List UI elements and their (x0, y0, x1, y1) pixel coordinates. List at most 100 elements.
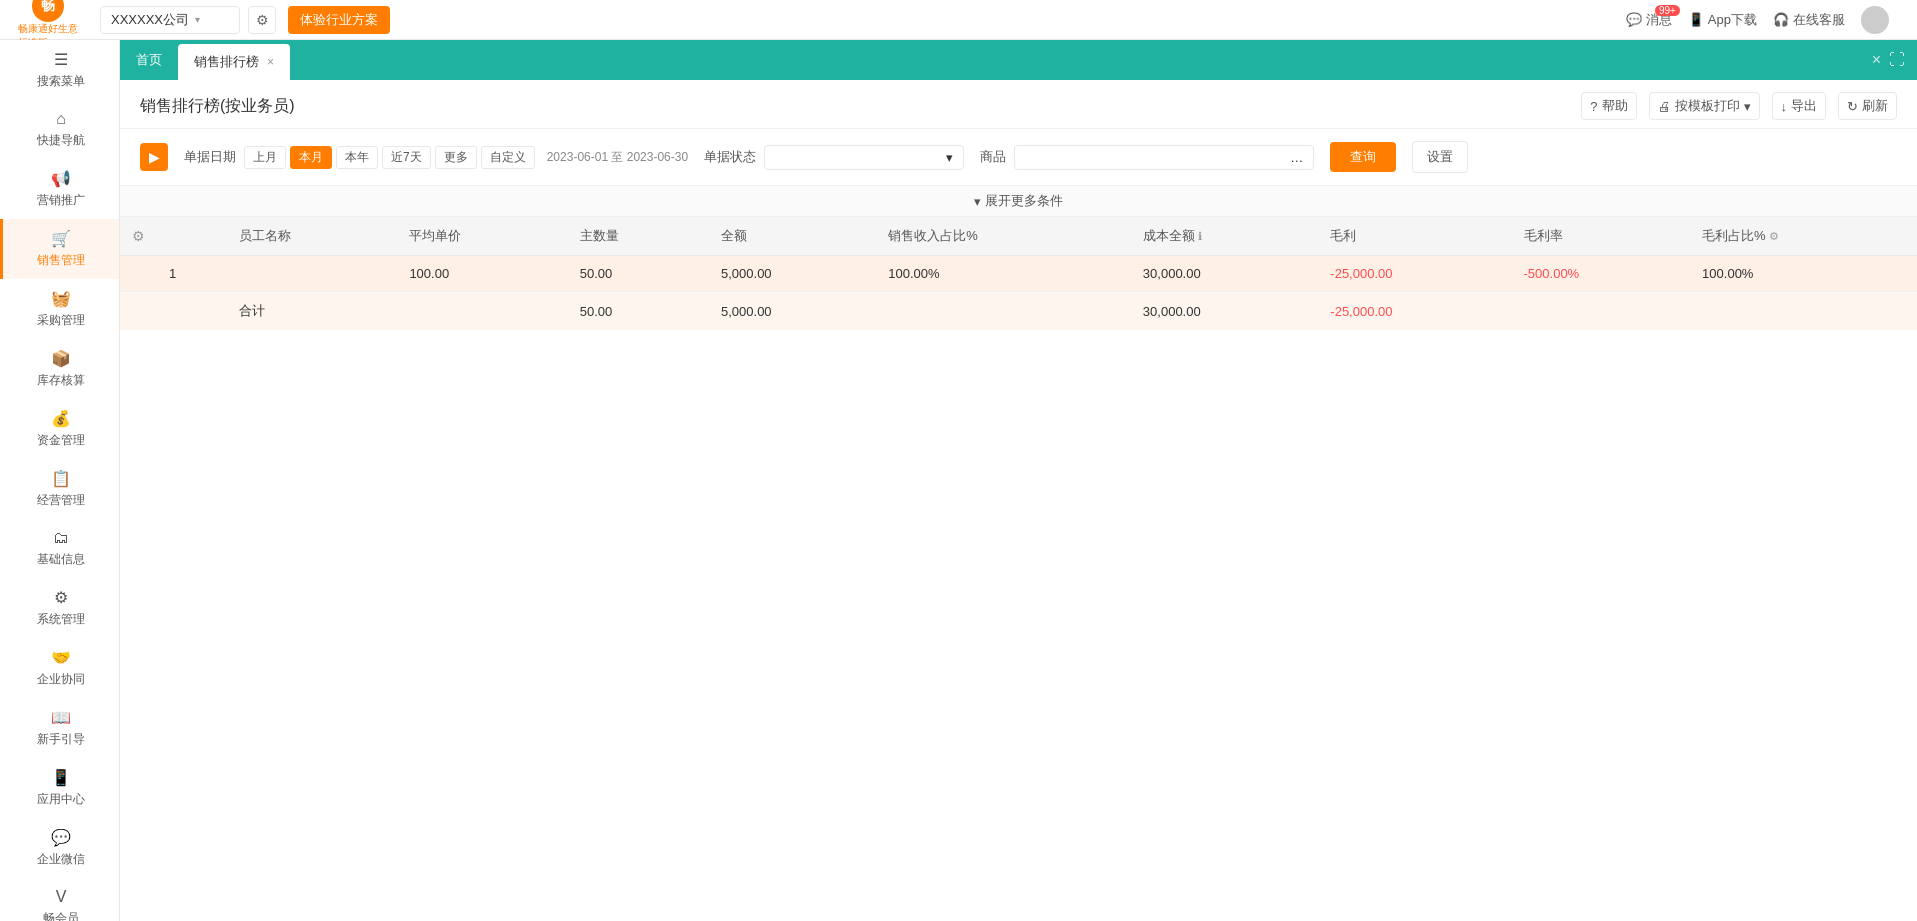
row-amount: 5,000.00 (709, 256, 876, 292)
page-actions: ? 帮助 🖨 按模板打印 ▾ ↓ 导出 ↻ (1581, 92, 1897, 120)
sidebar: ☰ 搜索菜单 ⌂ 快捷导航 📢 营销推广 🛒 销售管理 🧺 采购管理 📦 库 (0, 40, 120, 921)
table-header-row: ⚙ 员工名称 平均单价 主数量 全额 销售收入占比% 成本全额 ℹ (120, 217, 1917, 256)
trial-button[interactable]: 体验行业方案 (288, 6, 390, 34)
expand-conditions-button[interactable]: ▾ 展开更多条件 (974, 192, 1063, 210)
cost-info-icon[interactable]: ℹ (1198, 230, 1202, 242)
member-icon: V (56, 888, 67, 906)
search-menu-icon: ☰ (54, 50, 68, 69)
help-button[interactable]: ? 帮助 (1581, 92, 1636, 120)
sidebar-item-system[interactable]: ⚙ 系统管理 (0, 578, 119, 638)
help-icon: ? (1590, 99, 1597, 114)
settings-filter-button[interactable]: 设置 (1412, 141, 1468, 173)
sidebar-item-inventory[interactable]: 📦 库存核算 (0, 339, 119, 399)
app-download-button[interactable]: 📱 App下载 (1688, 11, 1757, 29)
row-settings-col (120, 256, 157, 292)
avatar[interactable] (1861, 6, 1889, 34)
tab-sales-rank-label: 销售排行榜 (194, 53, 259, 71)
sidebar-item-quicknav[interactable]: ⌂ 快捷导航 (0, 100, 119, 159)
sidebar-item-label: 库存核算 (37, 372, 85, 389)
notice-button[interactable]: 💬 消息 99+ (1626, 11, 1672, 29)
filter-area: ▶ 单据日期 上月 本月 本年 近7天 更多 自定义 (120, 129, 1917, 186)
refresh-button[interactable]: ↻ 刷新 (1838, 92, 1897, 120)
appcenter-icon: 📱 (51, 768, 71, 787)
marketing-icon: 📢 (51, 169, 71, 188)
data-table: ⚙ 员工名称 平均单价 主数量 全额 销售收入占比% 成本全额 ℹ (120, 217, 1917, 330)
sidebar-item-basics[interactable]: 🗂 基础信息 (0, 519, 119, 578)
col-amount: 全额 (709, 217, 876, 256)
col-avg-price: 平均单价 (397, 217, 567, 256)
date-btn-last-month[interactable]: 上月 (244, 146, 286, 169)
online-service-button[interactable]: 🎧 在线客服 (1773, 11, 1845, 29)
date-filter-label: 单据日期 (184, 148, 236, 166)
query-button[interactable]: 查询 (1330, 142, 1396, 172)
export-button[interactable]: ↓ 导出 (1772, 92, 1827, 120)
sidebar-item-guide[interactable]: 📖 新手引导 (0, 698, 119, 758)
date-btn-this-month[interactable]: 本月 (290, 146, 332, 169)
tab-home[interactable]: 首页 (120, 40, 178, 80)
tab-bar-right: × ⛶ (1872, 51, 1917, 69)
sidebar-item-finance[interactable]: 💰 资金管理 (0, 399, 119, 459)
sales-icon: 🛒 (51, 229, 71, 248)
col-rank (157, 217, 227, 256)
row-avg-price: 100.00 (397, 256, 567, 292)
template-print-button[interactable]: 🖨 按模板打印 ▾ (1649, 92, 1760, 120)
sidebar-item-purchase[interactable]: 🧺 采购管理 (0, 279, 119, 339)
tab-sales-rank[interactable]: 销售排行榜 × (178, 44, 290, 80)
sidebar-item-search[interactable]: ☰ 搜索菜单 (0, 40, 119, 100)
date-btn-last-7days[interactable]: 近7天 (382, 146, 431, 169)
sidebar-item-label: 新手引导 (37, 731, 85, 748)
goods-select[interactable]: … (1014, 145, 1314, 170)
sidebar-item-sales[interactable]: 🛒 销售管理 (0, 219, 119, 279)
print-icon: 🖨 (1658, 99, 1671, 114)
main-area: ☰ 搜索菜单 ⌂ 快捷导航 📢 营销推广 🛒 销售管理 🧺 采购管理 📦 库 (0, 40, 1917, 921)
sidebar-item-wechat[interactable]: 💬 企业微信 (0, 818, 119, 878)
sidebar-item-label: 搜索菜单 (37, 73, 85, 90)
sidebar-item-label: 系统管理 (37, 611, 85, 628)
status-select[interactable]: ▾ (764, 145, 964, 170)
sidebar-item-enterprise[interactable]: 🤝 企业协同 (0, 638, 119, 698)
date-btn-this-year[interactable]: 本年 (336, 146, 378, 169)
col-gross-pct: 毛利占比% ⚙ (1690, 217, 1917, 256)
fullscreen-icon[interactable]: ⛶ (1889, 51, 1905, 69)
date-btn-custom[interactable]: 自定义 (481, 146, 535, 169)
col-settings[interactable]: ⚙ (120, 217, 157, 256)
tab-close-icon[interactable]: × (267, 55, 274, 69)
filter-row: ▶ 单据日期 上月 本月 本年 近7天 更多 自定义 (140, 141, 1897, 173)
settings-button[interactable]: ⚙ (248, 6, 276, 34)
status-chevron-icon: ▾ (946, 150, 953, 165)
chevron-down-icon: ▾ (195, 14, 200, 25)
refresh-icon: ↻ (1847, 99, 1858, 114)
system-icon: ⚙ (54, 588, 68, 607)
export-icon: ↓ (1781, 99, 1788, 114)
sidebar-item-label: 快捷导航 (37, 132, 85, 149)
sidebar-item-label: 资金管理 (37, 432, 85, 449)
sidebar-item-label: 企业协同 (37, 671, 85, 688)
sidebar-item-member[interactable]: V 畅会员 (0, 878, 119, 921)
gross-pct-info-icon[interactable]: ⚙ (1769, 230, 1779, 242)
content-area: 首页 销售排行榜 × × ⛶ 销售排行榜(按业务员) (120, 40, 1917, 921)
close-tab-icon[interactable]: × (1872, 51, 1881, 69)
status-filter-label: 单据状态 (704, 148, 756, 166)
company-selector[interactable]: XXXXXX公司 ▾ (100, 6, 240, 34)
sidebar-item-operations[interactable]: 📋 经营管理 (0, 459, 119, 519)
date-btn-more[interactable]: 更多 (435, 146, 477, 169)
row-gross-pct: 100.00% (1690, 256, 1917, 292)
sidebar-item-appcenter[interactable]: 📱 应用中心 (0, 758, 119, 818)
sidebar-item-label: 基础信息 (37, 551, 85, 568)
row-rank: 1 (157, 256, 227, 292)
filter-expand-arrow[interactable]: ▶ (140, 143, 168, 171)
top-bar: 畅 畅康通好生意 标准版 XXXXXX公司 ▾ ⚙ 体验行业方案 💬 消息 99… (0, 0, 1917, 40)
col-gross-rate: 毛利率 (1512, 217, 1691, 256)
sidebar-item-label: 采购管理 (37, 312, 85, 329)
table-row: 1 100.00 50.00 5,000.00 100.00% 30,000.0… (120, 256, 1917, 292)
wechat-icon: 💬 (51, 828, 71, 847)
date-range-display: 2023-06-01 至 2023-06-30 (547, 149, 688, 166)
col-gross-profit: 毛利 (1318, 217, 1511, 256)
sidebar-item-label: 经营管理 (37, 492, 85, 509)
footer-gross-pct-col (1690, 292, 1917, 331)
status-filter: 单据状态 ▾ (704, 145, 964, 170)
goods-filter-label: 商品 (980, 148, 1006, 166)
sidebar-item-marketing[interactable]: 📢 营销推广 (0, 159, 119, 219)
col-sales-pct: 销售收入占比% (876, 217, 1131, 256)
guide-icon: 📖 (51, 708, 71, 727)
